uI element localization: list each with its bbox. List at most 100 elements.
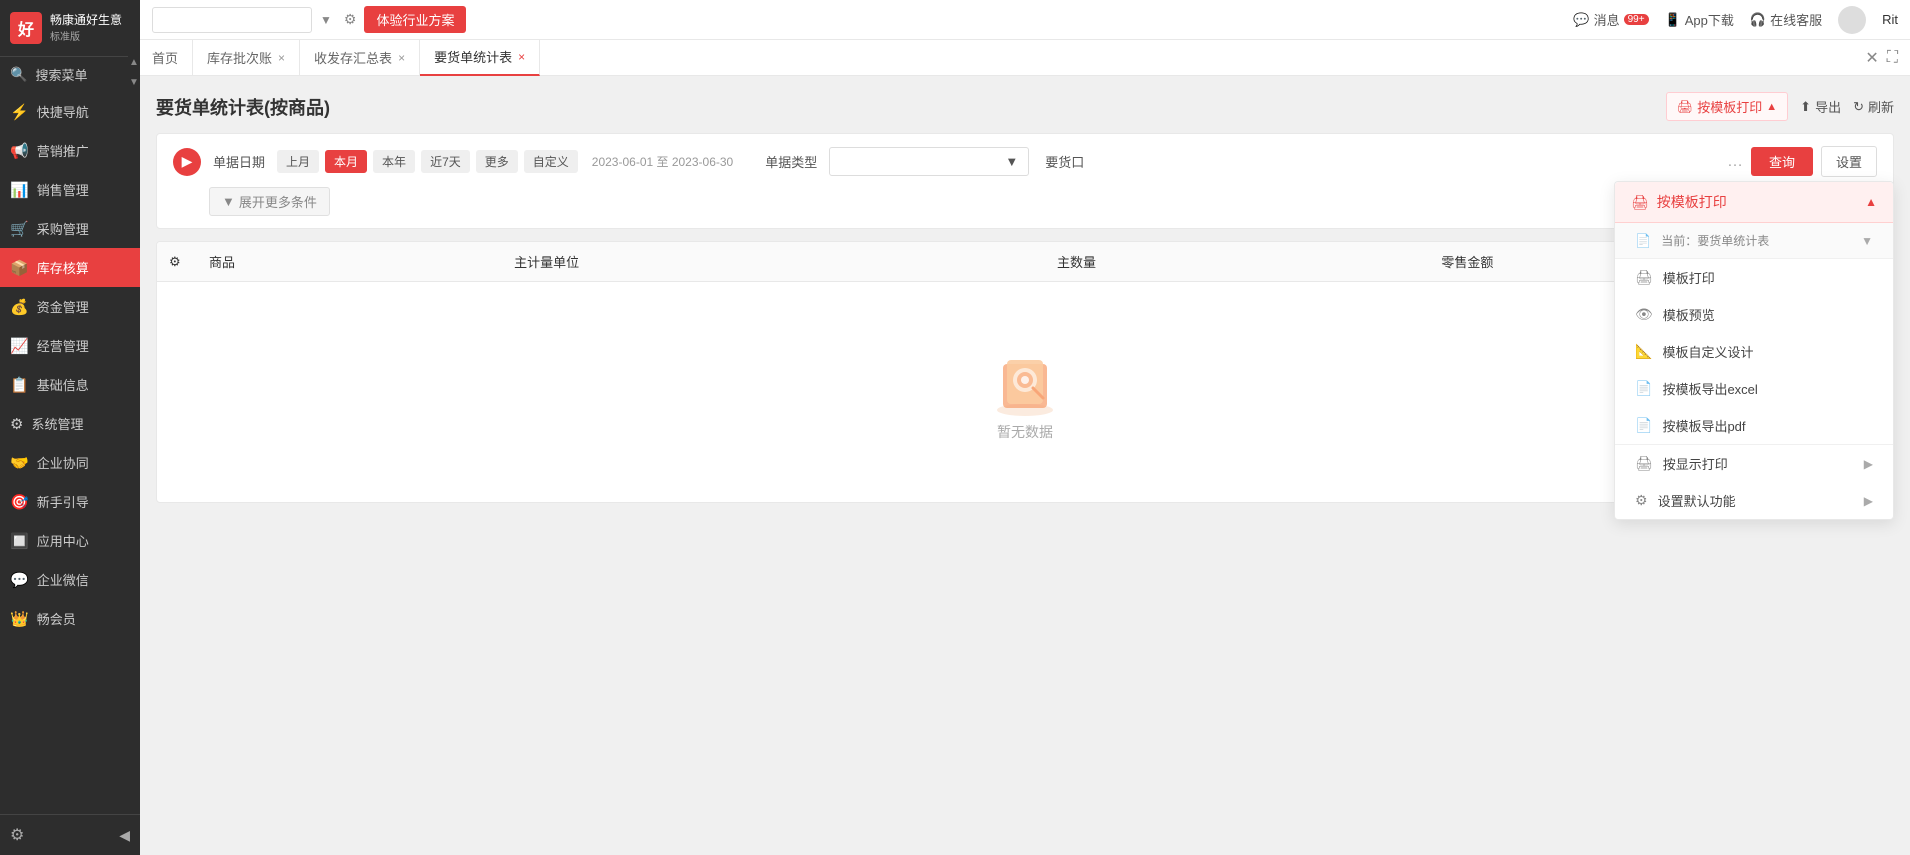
operations-icon: 📈 <box>10 337 29 355</box>
sidebar-item-basics[interactable]: 📋 基础信息 <box>0 365 140 404</box>
sidebar-item-collab[interactable]: 🤝 企业协同 <box>0 443 140 482</box>
current-template-item[interactable]: 📄 当前：要货单统计表 ▼ <box>1615 223 1893 259</box>
template-custom-icon: 📐 <box>1635 343 1652 360</box>
template-pdf-item[interactable]: 📄 按模板导出pdf <box>1615 407 1893 444</box>
current-template-icon: 📄 <box>1635 233 1651 249</box>
template-excel-label: 按模板导出excel <box>1662 379 1757 398</box>
finance-icon: 💰 <box>10 298 29 316</box>
sidebar-item-label: 应用中心 <box>37 531 89 550</box>
template-print-item[interactable]: 🖨 模板打印 <box>1615 259 1893 296</box>
sidebar-bottom: ⚙ ◀ <box>0 814 140 855</box>
display-print-item[interactable]: 🖨 按显示打印 ▶ <box>1615 445 1893 482</box>
doc-type-label: 单据类型 <box>765 152 817 171</box>
search-menu[interactable]: 🔍 搜索菜单 <box>0 57 140 92</box>
template-preview-icon: 👁 <box>1635 306 1653 323</box>
empty-text: 暂无数据 <box>997 422 1053 442</box>
date-buttons: 上月 本月 本年 近7天 更多 自定义 2023-06-01 至 2023-06… <box>277 150 733 173</box>
print-header-icon: 🖨 <box>1631 194 1649 211</box>
date-range-display: 2023-06-01 至 2023-06-30 <box>592 153 733 170</box>
tab-inventory-batch[interactable]: 库存批次账 × <box>193 40 300 76</box>
current-year-btn[interactable]: 本年 <box>373 150 415 173</box>
print-dropdown-menu: 🖨 按模板打印 ▲ 📄 当前：要货单统计表 ▼ 🖨 模板打印 👁 模板预览 <box>1614 181 1894 520</box>
filter-settings-btn[interactable]: 设置 <box>1821 146 1877 177</box>
custom-btn[interactable]: 自定义 <box>524 150 578 173</box>
template-custom-item[interactable]: 📐 模板自定义设计 <box>1615 333 1893 370</box>
query-btn[interactable]: 查询 <box>1751 147 1813 176</box>
app-download-label: App下载 <box>1685 10 1734 29</box>
sidebar-item-appcenter[interactable]: 🔲 应用中心 <box>0 521 140 560</box>
tab-receipt-summary[interactable]: 收发存汇总表 × <box>300 40 420 76</box>
scroll-up-arrow[interactable]: ▲ <box>126 52 142 72</box>
sidebar-item-operations[interactable]: 📈 经营管理 <box>0 326 140 365</box>
settings-col-icon: ⚙ <box>169 254 181 269</box>
sidebar-item-wxwork[interactable]: 💬 企业微信 <box>0 560 140 599</box>
sidebar-item-marketing[interactable]: 📢 营销推广 <box>0 131 140 170</box>
doc-type-value <box>840 152 853 171</box>
template-excel-item[interactable]: 📄 按模板导出excel <box>1615 370 1893 407</box>
expand-window-btn[interactable]: ⛶ <box>1887 49 1898 67</box>
default-func-item[interactable]: ⚙ 设置默认功能 ▶ <box>1615 482 1893 519</box>
export-btn[interactable]: ⬆ 导出 <box>1800 97 1841 116</box>
tab-receipt-summary-close[interactable]: × <box>398 51 405 65</box>
app-version: 标准版 <box>50 28 122 43</box>
quick-nav-icon: ⚡ <box>10 103 29 121</box>
export-btn-label: 导出 <box>1815 97 1841 116</box>
sidebar-item-system[interactable]: ⚙ 系统管理 <box>0 404 140 443</box>
last-7-days-btn[interactable]: 近7天 <box>421 150 470 173</box>
filter-toggle-btn[interactable]: ▶ <box>173 148 201 176</box>
user-avatar[interactable] <box>1838 6 1866 34</box>
industry-solution-btn[interactable]: 体验行业方案 <box>364 6 466 33</box>
page-title: 要货单统计表(按商品) <box>156 94 330 120</box>
nav-search-input[interactable] <box>152 7 312 33</box>
col-retail-amount-label: 零售金额 <box>1441 255 1493 270</box>
sidebar-item-label: 企业协同 <box>37 453 89 472</box>
tab-inventory-batch-close[interactable]: × <box>278 51 285 65</box>
sidebar-item-finance[interactable]: 💰 资金管理 <box>0 287 140 326</box>
online-service-btn[interactable]: 🎧 在线客服 <box>1750 10 1822 29</box>
more-btn[interactable]: 更多 <box>476 150 518 173</box>
message-btn[interactable]: 💬 消息 99+ <box>1573 10 1648 29</box>
more-options-icon[interactable]: … <box>1727 153 1743 171</box>
refresh-icon: ↻ <box>1853 99 1864 115</box>
phone-icon: 📱 <box>1665 12 1681 28</box>
col-product: 商品 <box>197 242 502 282</box>
tab-requisition-stats[interactable]: 要货单统计表 × <box>420 40 540 76</box>
current-template-label: 当前：要货单统计表 <box>1661 232 1769 249</box>
close-all-tabs-btn[interactable]: ✕ <box>1865 48 1878 68</box>
template-preview-item[interactable]: 👁 模板预览 <box>1615 296 1893 333</box>
filter-action-btns: … 查询 设置 <box>1727 146 1877 177</box>
refresh-btn[interactable]: ↻ 刷新 <box>1853 97 1894 116</box>
dropdown-header-right: ▲ <box>1865 195 1877 209</box>
print-dropdown-arrow[interactable]: ▲ <box>1766 101 1777 113</box>
sidebar-item-label: 库存核算 <box>37 258 89 277</box>
topbar-gear-icon[interactable]: ⚙ <box>344 11 357 28</box>
tab-requisition-stats-close[interactable]: × <box>518 50 525 64</box>
expand-label: 展开更多条件 <box>239 192 317 211</box>
prev-month-btn[interactable]: 上月 <box>277 150 319 173</box>
nav-dropdown-arrow[interactable]: ▼ <box>320 13 332 27</box>
template-print-label: 模板打印 <box>1663 268 1715 287</box>
settings-icon[interactable]: ⚙ <box>10 825 24 845</box>
dropdown-header: 🖨 按模板打印 ▲ <box>1615 182 1893 223</box>
dropdown-up-arrow[interactable]: ▲ <box>1865 195 1877 209</box>
collapse-icon[interactable]: ◀ <box>119 827 130 844</box>
page-actions: 🖨 按模板打印 ▲ ⬆ 导出 ↻ 刷新 <box>1666 92 1894 121</box>
tab-home[interactable]: 首页 <box>152 40 193 76</box>
sidebar-item-quick-nav[interactable]: ⚡ 快捷导航 <box>0 92 140 131</box>
message-icon: 💬 <box>1573 12 1589 28</box>
logo-icon: 好 <box>10 12 42 44</box>
doc-type-select[interactable]: ▼ <box>829 147 1029 176</box>
sidebar-item-member[interactable]: 👑 畅会员 <box>0 599 140 638</box>
search-label: 搜索菜单 <box>35 65 87 84</box>
sidebar-item-purchase[interactable]: 🛒 采购管理 <box>0 209 140 248</box>
template-pdf-icon: 📄 <box>1635 417 1652 434</box>
col-settings[interactable]: ⚙ <box>157 242 197 282</box>
sidebar-item-newbie[interactable]: 🎯 新手引导 <box>0 482 140 521</box>
sidebar-item-sales[interactable]: 📊 销售管理 <box>0 170 140 209</box>
expand-conditions-btn[interactable]: ▼ 展开更多条件 <box>209 187 330 216</box>
current-month-btn[interactable]: 本月 <box>325 150 367 173</box>
sidebar-item-inventory[interactable]: 📦 库存核算 <box>0 248 140 287</box>
sidebar-item-label: 销售管理 <box>37 180 89 199</box>
print-btn[interactable]: 🖨 按模板打印 ▲ <box>1666 92 1788 121</box>
app-download-btn[interactable]: 📱 App下载 <box>1665 10 1734 29</box>
